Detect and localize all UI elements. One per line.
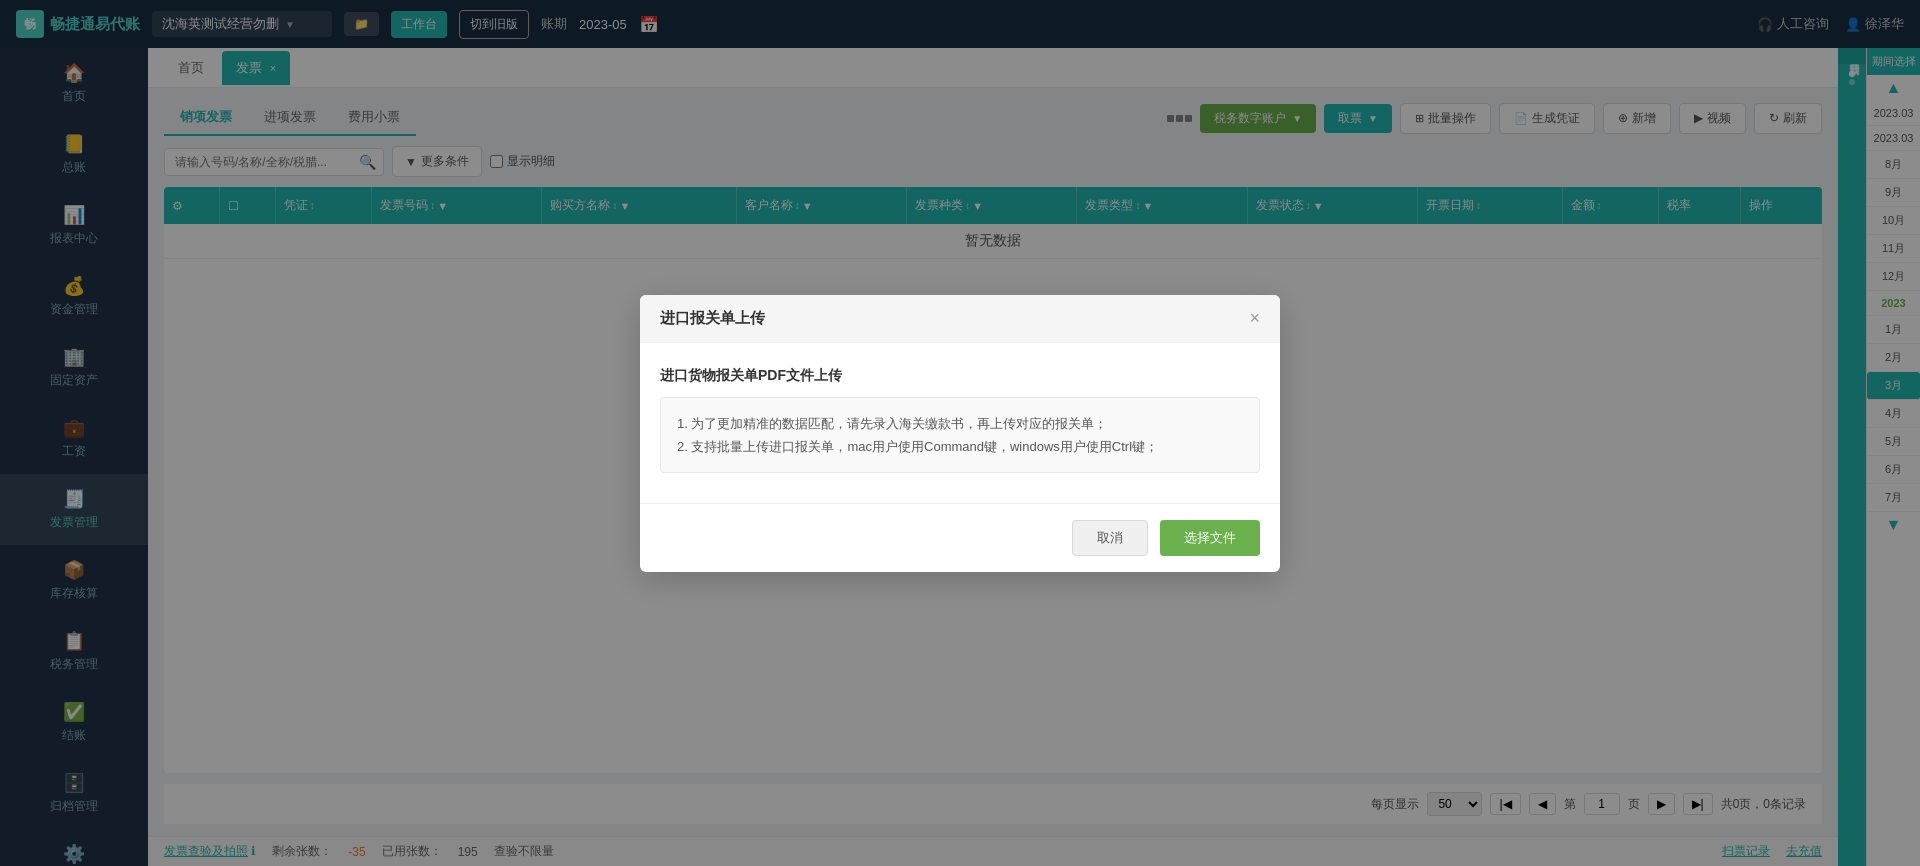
modal-instruction-1: 1. 为了更加精准的数据匹配，请先录入海关缴款书，再上传对应的报关单；: [677, 412, 1243, 435]
modal-box: 进口报关单上传 × 进口货物报关单PDF文件上传 1. 为了更加精准的数据匹配，…: [640, 295, 1280, 572]
modal-instructions: 1. 为了更加精准的数据匹配，请先录入海关缴款书，再上传对应的报关单； 2. 支…: [660, 397, 1260, 474]
modal-cancel-button[interactable]: 取消: [1072, 520, 1148, 556]
modal-select-file-button[interactable]: 选择文件: [1160, 520, 1260, 556]
modal-close-button[interactable]: ×: [1249, 309, 1260, 327]
modal-overlay[interactable]: 进口报关单上传 × 进口货物报关单PDF文件上传 1. 为了更加精准的数据匹配，…: [0, 0, 1920, 866]
modal-footer: 取消 选择文件: [640, 503, 1280, 572]
modal-title: 进口报关单上传: [660, 309, 765, 328]
modal-body: 进口货物报关单PDF文件上传 1. 为了更加精准的数据匹配，请先录入海关缴款书，…: [640, 343, 1280, 503]
modal-upload-title: 进口货物报关单PDF文件上传: [660, 367, 1260, 385]
modal-header: 进口报关单上传 ×: [640, 295, 1280, 343]
modal-instruction-2: 2. 支持批量上传进口报关单，mac用户使用Command键，windows用户…: [677, 435, 1243, 458]
